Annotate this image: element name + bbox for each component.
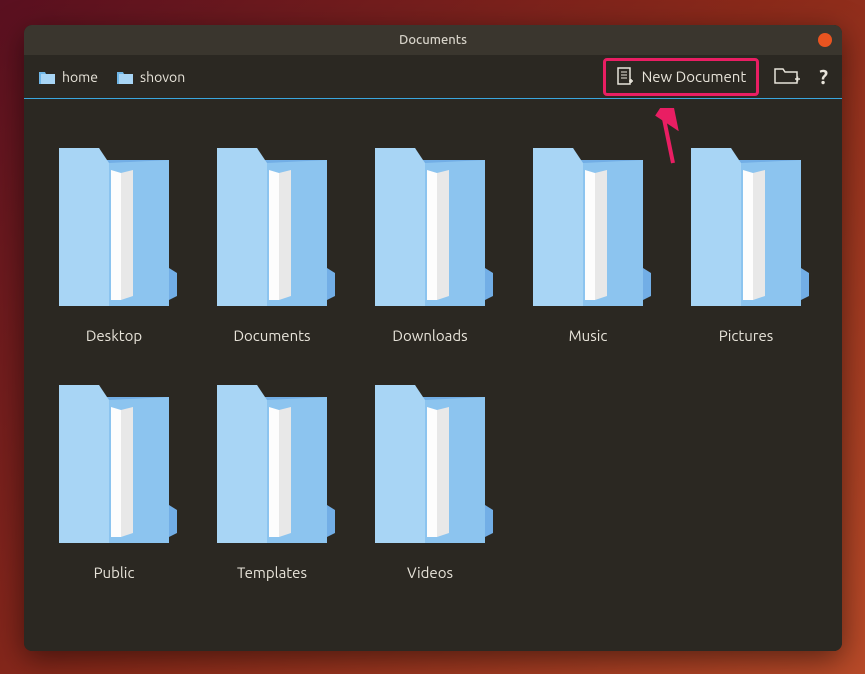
folder-icon <box>523 125 653 321</box>
new-document-icon <box>616 67 634 87</box>
folder-item[interactable]: Music <box>514 125 662 344</box>
breadcrumb: home shovon <box>38 69 603 85</box>
folder-item[interactable]: Templates <box>198 362 346 581</box>
folder-icon <box>207 362 337 558</box>
folder-icon <box>49 362 179 558</box>
toolbar: home shovon New Document ? <box>24 55 842 99</box>
folder-label: Public <box>94 564 135 581</box>
folder-item[interactable]: Videos <box>356 362 504 581</box>
help-button[interactable]: ? <box>815 65 832 88</box>
breadcrumb-label: shovon <box>140 69 185 85</box>
folder-grid: Desktop Documents Downloads Music Pictur… <box>24 99 842 651</box>
folder-label: Desktop <box>86 327 142 344</box>
new-document-button[interactable]: New Document <box>603 58 760 96</box>
new-folder-button[interactable] <box>773 66 801 88</box>
folder-item[interactable]: Downloads <box>356 125 504 344</box>
new-folder-icon <box>773 65 801 89</box>
folder-label: Videos <box>407 564 453 581</box>
window-title: Documents <box>399 33 467 47</box>
folder-icon <box>207 125 337 321</box>
folder-icon <box>38 69 56 85</box>
file-manager-window: Documents home shovon New <box>24 25 842 651</box>
folder-icon <box>365 125 495 321</box>
breadcrumb-label: home <box>62 69 98 85</box>
folder-item[interactable]: Documents <box>198 125 346 344</box>
folder-item[interactable]: Pictures <box>672 125 820 344</box>
new-document-label: New Document <box>642 68 747 85</box>
folder-item[interactable]: Public <box>40 362 188 581</box>
folder-label: Music <box>569 327 608 344</box>
folder-icon <box>49 125 179 321</box>
folder-label: Downloads <box>392 327 467 344</box>
close-icon[interactable] <box>818 33 832 47</box>
folder-item[interactable]: Desktop <box>40 125 188 344</box>
toolbar-actions: New Document ? <box>603 58 832 96</box>
breadcrumb-shovon[interactable]: shovon <box>116 69 185 85</box>
titlebar: Documents <box>24 25 842 55</box>
folder-label: Documents <box>233 327 310 344</box>
folder-icon <box>116 69 134 85</box>
folder-icon <box>365 362 495 558</box>
folder-icon <box>681 125 811 321</box>
folder-label: Pictures <box>719 327 774 344</box>
folder-label: Templates <box>237 564 307 581</box>
breadcrumb-home[interactable]: home <box>38 69 98 85</box>
